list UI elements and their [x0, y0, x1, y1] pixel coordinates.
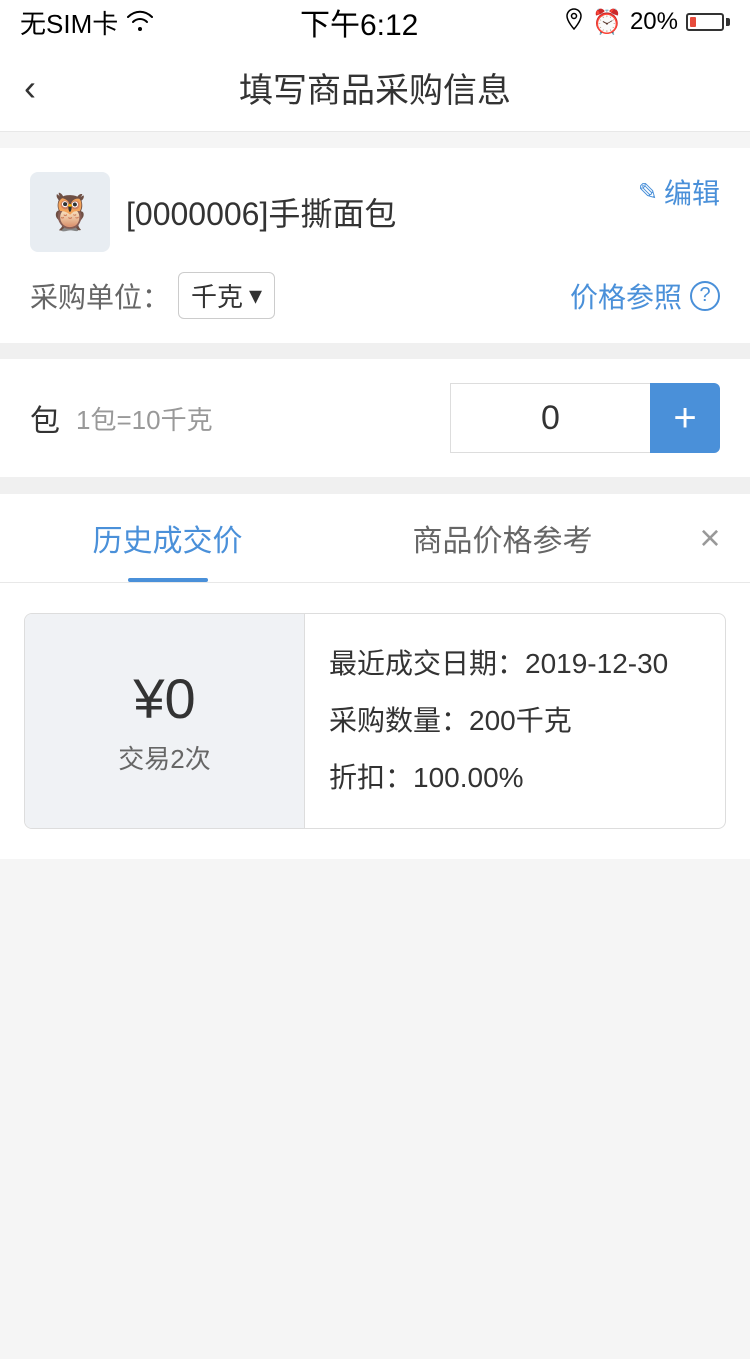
unit-value: 千克: [191, 277, 243, 314]
product-name: [0000006]手撕面包: [126, 189, 396, 235]
unit-select-dropdown[interactable]: 千克 ▾: [178, 272, 275, 319]
tab-history-label: 历史成交价: [93, 516, 243, 560]
product-card: 🦉 [0000006]手撕面包 ✎ 编辑 采购单位： 千克 ▾ 价格参照 ?: [0, 148, 750, 343]
location-icon: [564, 8, 584, 37]
tab-product-reference[interactable]: 商品价格参考: [335, 494, 670, 582]
discount-value: 100.00%: [413, 762, 524, 793]
unit-conversion-hint: 1包=10千克: [76, 400, 213, 437]
status-bar: 无SIM卡 下午6:12 ⏰ 20%: [0, 0, 750, 44]
status-left: 无SIM卡: [20, 4, 154, 41]
price-reference-button[interactable]: 价格参照 ?: [570, 276, 720, 316]
carrier-text: 无SIM卡: [20, 4, 118, 41]
purchase-unit-label: 采购单位：: [30, 276, 170, 316]
price-card-left: ¥0 交易2次: [25, 614, 305, 828]
last-date-value: 2019-12-30: [525, 648, 668, 679]
tab-history-price[interactable]: 历史成交价: [0, 494, 335, 582]
battery-percent: 20%: [630, 8, 678, 36]
purchase-qty-label: 采购数量：: [329, 705, 469, 736]
edit-button[interactable]: ✎ 编辑: [638, 172, 720, 212]
status-right: ⏰ 20%: [564, 8, 730, 37]
price-trades: 交易2次: [118, 739, 210, 776]
edit-label: 编辑: [664, 172, 720, 212]
help-icon: ?: [690, 281, 720, 311]
product-unit-row: 采购单位： 千克 ▾ 价格参照 ?: [30, 272, 720, 319]
back-button[interactable]: ‹: [24, 67, 36, 109]
tab-underline: [128, 578, 208, 582]
nav-bar: ‹ 填写商品采购信息: [0, 44, 750, 132]
quantity-right: +: [450, 383, 720, 453]
tab-reference-label: 商品价格参考: [413, 516, 593, 560]
edit-icon: ✎: [638, 178, 658, 207]
price-card-right: 最近成交日期：2019-12-30 采购数量：200千克 折扣：100.00%: [305, 614, 725, 828]
price-card: ¥0 交易2次 最近成交日期：2019-12-30 采购数量：200千克 折扣：…: [24, 613, 726, 829]
product-thumbnail-icon: 🦉: [48, 191, 93, 233]
separator-2: [0, 478, 750, 494]
separator-1: [0, 343, 750, 359]
alarm-icon: ⏰: [592, 8, 622, 37]
unit-label: 采购单位： 千克 ▾: [30, 272, 275, 319]
tab-header: 历史成交价 商品价格参考 ×: [0, 494, 750, 583]
product-header: 🦉 [0000006]手撕面包 ✎ 编辑: [30, 172, 720, 252]
last-date-label: 最近成交日期：: [329, 648, 525, 679]
page-title: 填写商品采购信息: [239, 63, 511, 112]
quantity-input[interactable]: [450, 383, 650, 453]
tab-panel: 历史成交价 商品价格参考 × ¥0 交易2次 最近成交日期：2019-12-30…: [0, 494, 750, 859]
purchase-qty-value: 200千克: [469, 705, 572, 736]
tab-content: ¥0 交易2次 最近成交日期：2019-12-30 采购数量：200千克 折扣：…: [0, 583, 750, 859]
last-date-row: 最近成交日期：2019-12-30: [329, 644, 701, 683]
product-image: 🦉: [30, 172, 110, 252]
tab-close-button[interactable]: ×: [670, 494, 750, 582]
quantity-row: 包 1包=10千克 +: [0, 359, 750, 478]
close-icon: ×: [699, 517, 720, 559]
bottom-space: [0, 859, 750, 1359]
unit-badge: 包: [30, 396, 60, 440]
price-ref-label: 价格参照: [570, 276, 682, 316]
battery-icon: [686, 13, 730, 31]
quantity-left: 包 1包=10千克: [30, 396, 213, 440]
chevron-down-icon: ▾: [249, 280, 262, 311]
discount-label: 折扣：: [329, 762, 413, 793]
status-time: 下午6:12: [300, 0, 418, 44]
purchase-qty-row: 采购数量：200千克: [329, 701, 701, 740]
price-amount: ¥0: [133, 666, 195, 731]
wifi-icon: [126, 7, 154, 38]
quantity-plus-button[interactable]: +: [650, 383, 720, 453]
discount-row: 折扣：100.00%: [329, 758, 701, 797]
product-left: 🦉 [0000006]手撕面包: [30, 172, 396, 252]
